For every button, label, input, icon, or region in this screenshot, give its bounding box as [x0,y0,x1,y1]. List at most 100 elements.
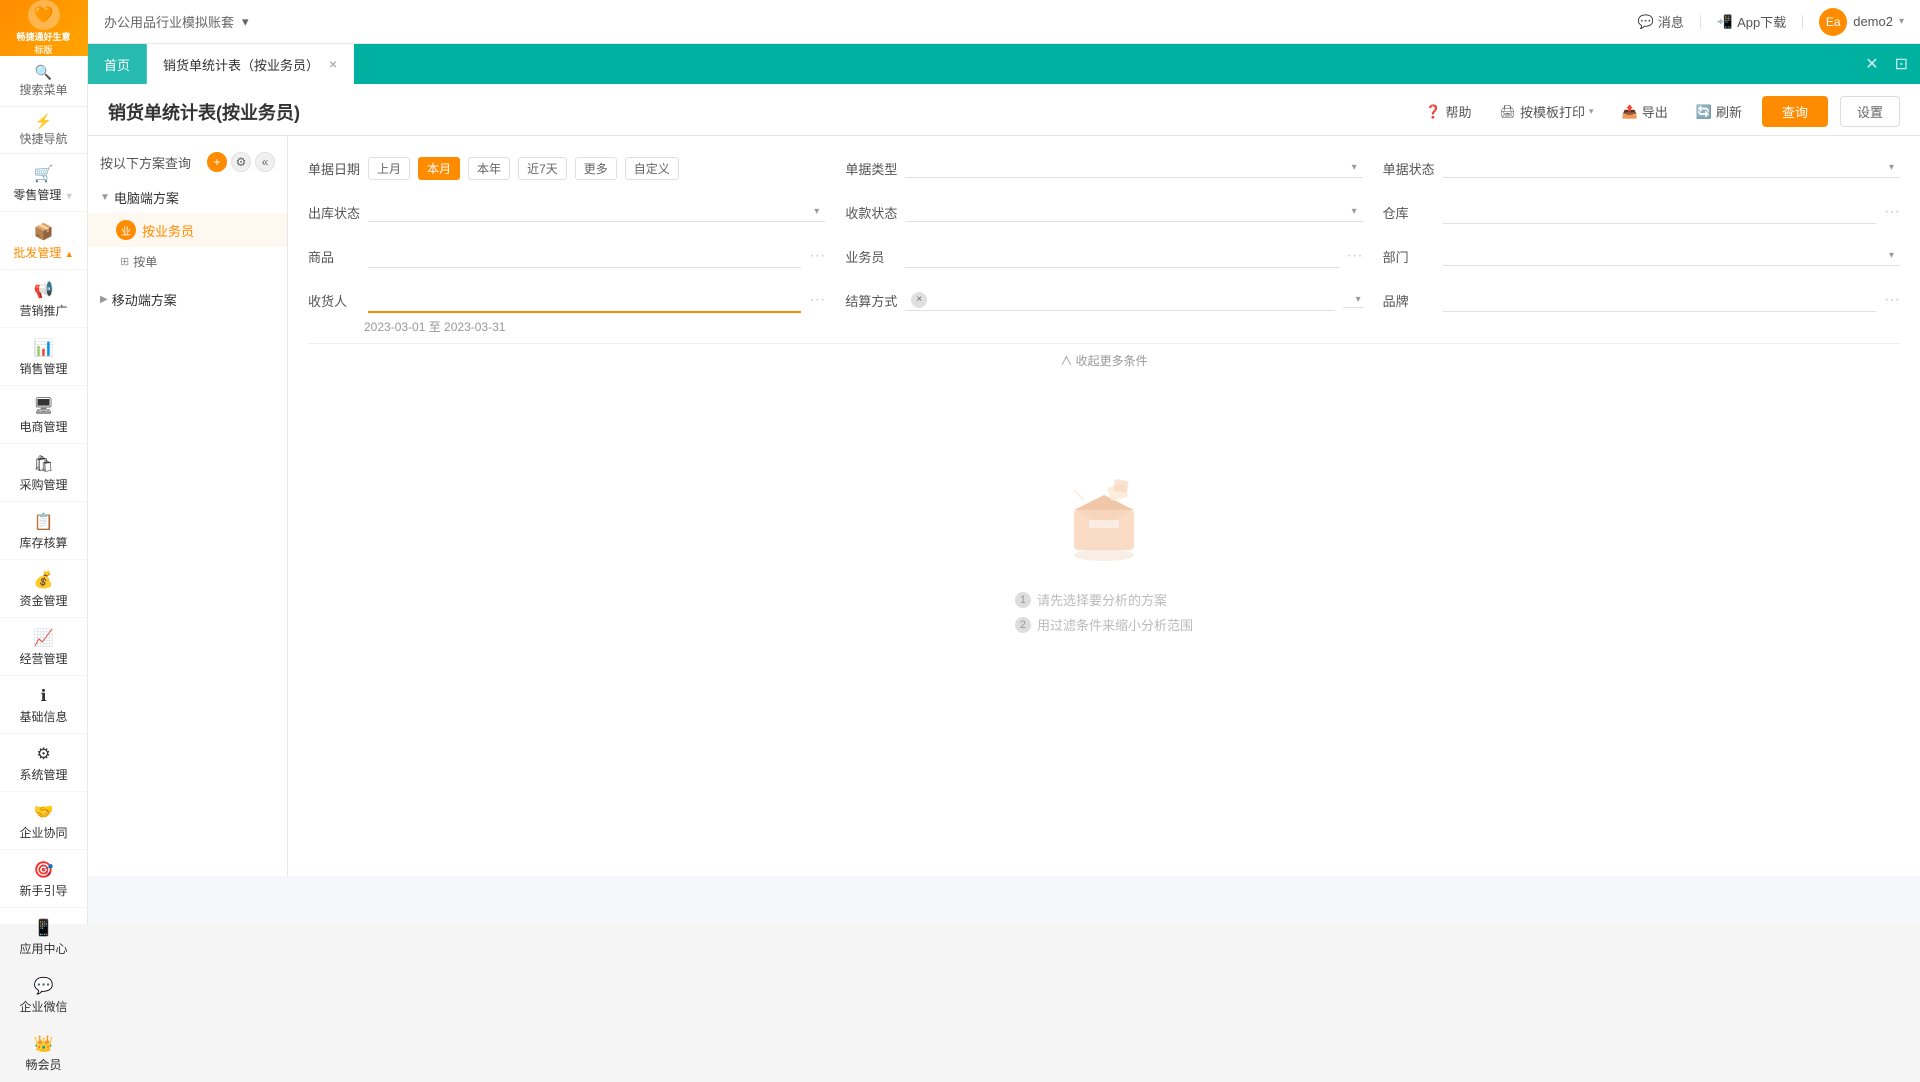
date-btn-this-year[interactable]: 本年 [468,157,510,180]
settings-button[interactable]: 设置 [1840,96,1900,127]
filter-type-row: 单据类型 ▾ [845,152,1362,184]
sidebar-item-retail[interactable]: 🛒 零售管理 ▼ [0,154,87,212]
date-btn-last-month[interactable]: 上月 [368,157,410,180]
breadcrumb-arrow[interactable]: ▾ [242,14,249,30]
goods-input[interactable] [368,244,801,268]
date-btn-7days[interactable]: 近7天 [518,157,567,180]
search-menu-item[interactable]: 🔍 搜索菜单 [0,56,87,107]
sidebar-item-wechat[interactable]: 💬 企业微信 [0,966,87,1024]
print-label: 按模板打印 [1520,102,1585,121]
tip-text-2: 用过滤条件来缩小分析范围 [1037,615,1193,634]
sidebar-item-wholesale[interactable]: 📦 批发管理 ▲ [0,212,87,270]
sidebar-item-finance[interactable]: 💰 资金管理 [0,560,87,618]
empty-tip-2: 2 用过滤条件来缩小分析范围 [1015,615,1193,634]
help-label: 帮助 [1445,102,1471,121]
goods-dots[interactable]: ··· [809,247,825,265]
status-select[interactable]: ▾ [1443,158,1900,178]
tree-desktop-parent[interactable]: ▼ 电脑端方案 [88,182,287,213]
sidebar-item-purchase[interactable]: 🛍 采购管理 [0,444,87,502]
salesperson-input[interactable] [905,244,1338,268]
sidebar-item-basic-info[interactable]: ℹ 基础信息 [0,676,87,734]
mobile-arrow: ▶ [100,294,108,305]
sidebar-item-inventory[interactable]: 📋 库存核算 [0,502,87,560]
sidebar-item-member[interactable]: 👑 畅会员 [0,1024,87,1082]
sidebar-item-operations[interactable]: 📈 经营管理 [0,618,87,676]
user-info[interactable]: Ea demo2 ▾ [1819,8,1904,36]
print-icon: 🖨 [1500,104,1517,120]
refresh-label: 刷新 [1716,102,1742,121]
tree-child-salesperson[interactable]: 业 按业务员 [88,213,287,247]
filter-salesperson-row: 业务员 ··· [845,240,1362,272]
sidebar-item-marketing[interactable]: 📢 营销推广 [0,270,87,328]
refresh-icon: 🔄 [1696,104,1712,120]
quick-nav-item[interactable]: ⚡ 快捷导航 [0,107,87,154]
type-select[interactable]: ▾ [905,158,1362,178]
panel-add-btn[interactable]: + [207,152,227,172]
retail-icon: 🛒 [4,164,83,184]
tab-minimize-btn[interactable]: ✕ [1861,50,1882,78]
panel-collapse-btn[interactable]: « [255,152,275,172]
receiver-input[interactable] [368,288,801,313]
refresh-btn[interactable]: 🔄 刷新 [1688,98,1750,125]
brand-input[interactable] [1443,288,1876,312]
date-btn-custom[interactable]: 自定义 [625,157,679,180]
tab-home[interactable]: 首页 [88,44,147,84]
sidebar-item-app-center[interactable]: 📱 应用中心 [0,908,87,966]
logo-subtitle: 标版 [34,43,52,56]
tree-mobile-parent[interactable]: ▶ 移动端方案 [88,284,287,315]
tab-maximize-btn[interactable]: ⊡ [1891,50,1912,78]
sidebar-item-corp-collab[interactable]: 🤝 企业协同 [0,792,87,850]
app-download-btn[interactable]: 📲 App下载 [1717,12,1786,31]
tree-child-by-order[interactable]: ⊞ 按单 [88,247,287,276]
salesperson-dots[interactable]: ··· [1347,247,1363,265]
system-label: 系统管理 [19,768,67,782]
receiver-dots[interactable]: ··· [809,291,825,309]
tab-active[interactable]: 销货单统计表（按业务员） × [147,44,354,84]
settlement-arrow[interactable]: ▾ [1356,294,1361,305]
query-button[interactable]: 查询 [1762,96,1828,127]
type-label: 单据类型 [845,159,897,178]
date-btn-more[interactable]: 更多 [575,157,617,180]
receiver-label: 收货人 [308,291,360,310]
date-label: 单据日期 [308,159,360,178]
tab-bar-controls: ✕ ⊡ [1861,44,1920,84]
ecommerce-icon: 🖥 [4,396,83,416]
message-btn[interactable]: 💬 消息 [1638,12,1684,31]
main-area: 办公用品行业模拟账套 ▾ 💬 消息 📲 App下载 Ea demo2 ▾ [88,0,1920,924]
panel-settings-btn[interactable]: ⚙ [231,152,251,172]
tab-close-icon[interactable]: × [329,57,337,71]
operations-icon: 📈 [4,628,83,648]
dept-select[interactable]: ▾ [1443,246,1900,266]
sidebar-item-newbie[interactable]: 🎯 新手引导 [0,850,87,908]
sidebar-item-system[interactable]: ⚙ 系统管理 [0,734,87,792]
filter-date-row: 单据日期 上月 本月 本年 近7天 更多 自定义 [308,152,825,184]
salesperson-label: 业务员 [845,247,897,266]
payment-select[interactable]: ▾ [905,202,1362,222]
filter-status-row: 单据状态 ▾ [1383,152,1900,184]
export-icon: 📤 [1622,104,1638,120]
brand-dots[interactable]: ··· [1884,291,1900,309]
tree-mobile-section: ▶ 移动端方案 [88,280,287,319]
sub-icon: ⊞ [120,255,129,268]
collapse-bar[interactable]: ∧ 收起更多条件 [308,343,1900,377]
filter-payment-row: 收款状态 ▾ [845,196,1362,228]
date-btn-this-month[interactable]: 本月 [418,157,460,180]
sidebar-item-ecommerce[interactable]: 🖥 电商管理 [0,386,87,444]
finance-label: 资金管理 [19,594,67,608]
sidebar-item-sales[interactable]: 📊 销售管理 [0,328,87,386]
settlement-tag-x[interactable]: × [911,292,927,308]
collapse-label: ∧ 收起更多条件 [1060,354,1147,368]
ship-select[interactable]: ▾ [368,202,825,222]
warehouse-dots[interactable]: ··· [1884,203,1900,221]
empty-icon [1054,470,1154,570]
add-icon: + [213,155,220,169]
corp-collab-icon: 🤝 [4,802,83,822]
quick-nav-label: 快捷导航 [19,132,67,146]
print-btn[interactable]: 🖨 按模板打印 ▾ [1492,98,1602,125]
filter-warehouse-row: 仓库 ··· [1383,196,1900,228]
export-btn[interactable]: 📤 导出 [1614,98,1676,125]
header-divider [1700,15,1701,29]
warehouse-input[interactable] [1443,200,1876,224]
help-btn[interactable]: ❓ 帮助 [1417,98,1479,125]
marketing-label: 营销推广 [19,304,67,318]
